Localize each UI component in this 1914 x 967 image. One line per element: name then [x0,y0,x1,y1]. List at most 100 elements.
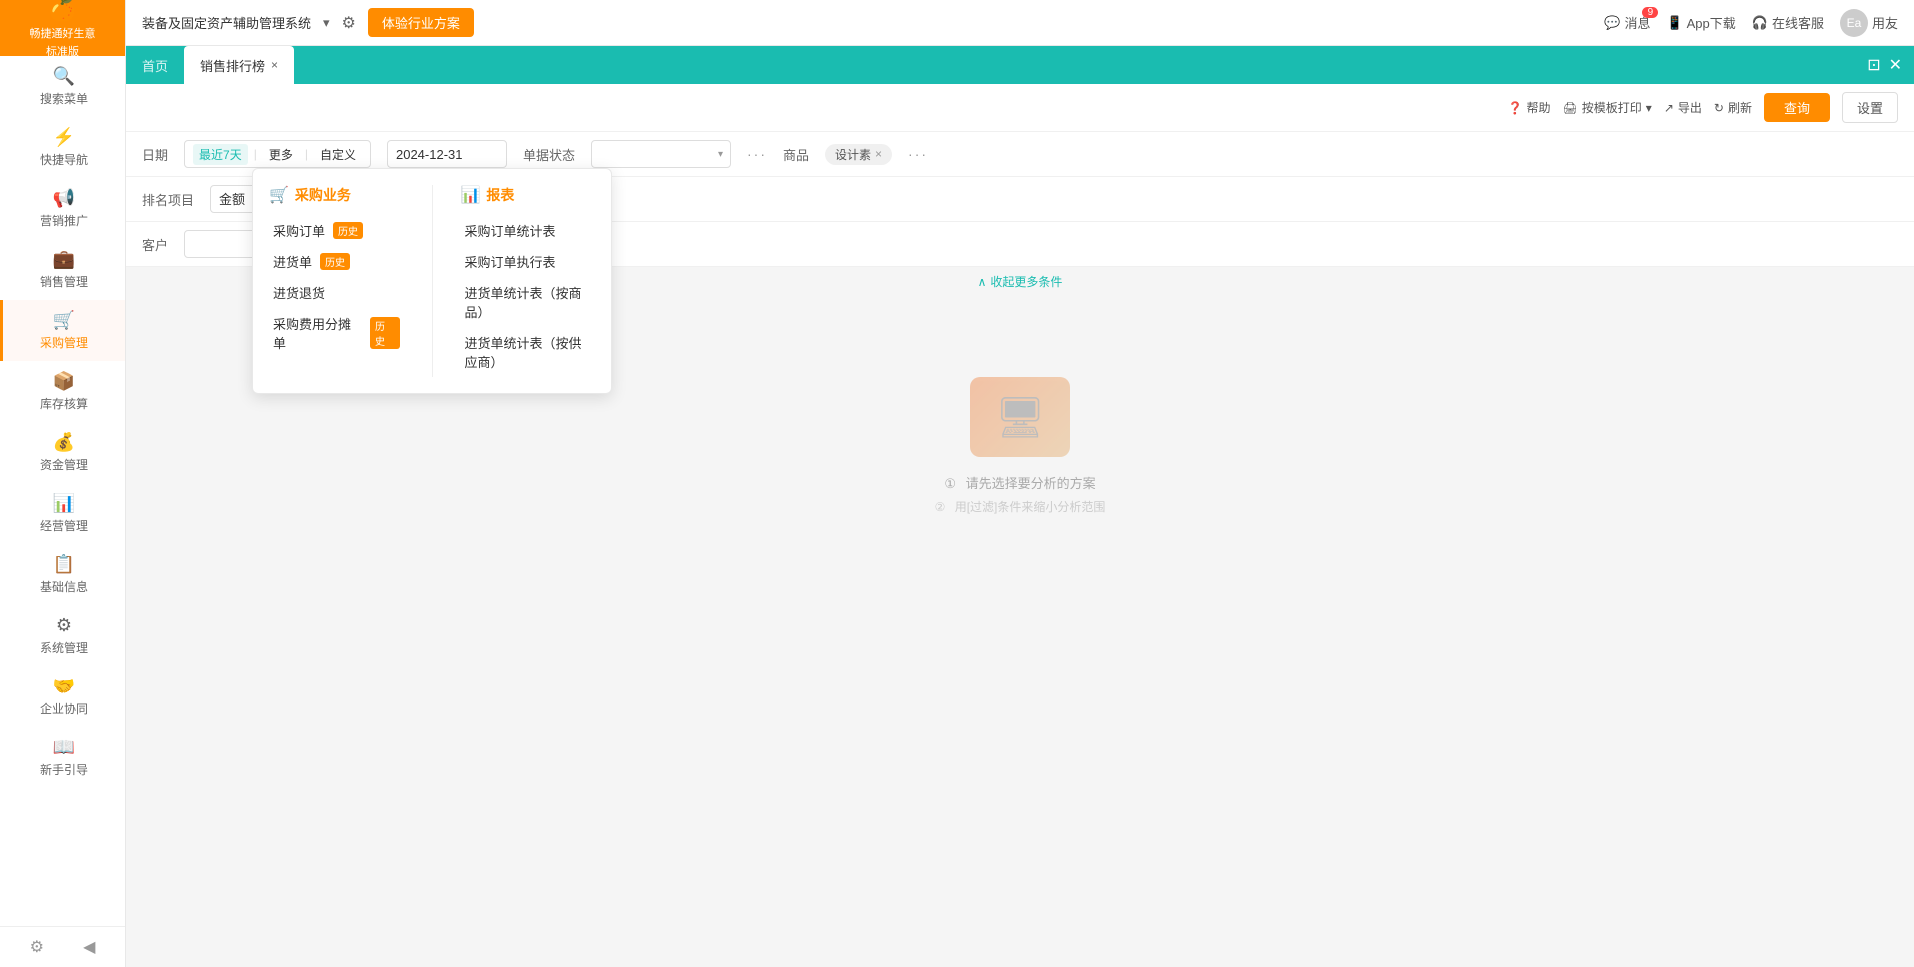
tabbar-actions: ⊡ ✕ [1867,55,1914,75]
logo-line1: 畅捷通好生意 [30,25,96,41]
user-btn[interactable]: Ea 用友 [1840,9,1898,37]
date-tab-7days[interactable]: 最近7天 [193,144,248,165]
system-dropdown-btn[interactable]: ▾ [323,15,330,31]
incoming-stats-by-supplier-item[interactable]: 进货单统计表（按供应商） [461,327,596,377]
sidebar-item-inventory[interactable]: 📦 库存核算 [0,361,125,422]
purchase-order-stats-label: 采购订单统计表 [465,221,556,240]
settings-btn[interactable]: 设置 [1842,92,1898,123]
collapse-label: 收起更多条件 [990,273,1062,290]
sidebar: 🍊 畅捷通好生意 标准版 🔍 搜索菜单 ⚡ 快捷导航 📢 营销推广 💼 销售管理… [0,0,126,967]
sidebar-label-purchase: 采购管理 [40,334,88,351]
headset-icon: 🎧 [1752,15,1768,31]
purchase-col: 🛒 采购业务 采购订单 历史 进货单 历史 进货退货 采购费用分摊单 历史 [269,185,404,377]
topbar: 装备及固定资产辅助管理系统 ▾ ⚙ 体验行业方案 💬 消息 9 📱 App下载 … [126,0,1914,46]
export-icon: ↗ [1664,101,1674,115]
online-service-label: 在线客服 [1772,13,1824,32]
empty-hint2: ② 用[过滤]条件来缩小分析范围 [935,498,1106,515]
ranking-label: 排名项目 [142,190,194,209]
system-title: 装备及固定资产辅助管理系统 [142,13,311,32]
sidebar-item-guide[interactable]: 📖 新手引导 [0,727,125,788]
sidebar-item-finance[interactable]: 💰 资金管理 [0,422,125,483]
tab-close-all-btn[interactable]: ✕ [1889,55,1902,75]
menu-divider [432,185,433,377]
topbar-gear-btn[interactable]: ⚙ [342,13,356,33]
sales-icon: 💼 [53,249,75,270]
content-toolbar: ❓ 帮助 🖨 按模板打印 ▾ ↗ 导出 ↻ 刷新 查询 设置 [126,84,1914,132]
sidebar-item-marketing[interactable]: 📢 营销推广 [0,178,125,239]
purchase-dropdown-menu: 🛒 采购业务 采购订单 历史 进货单 历史 进货退货 采购费用分摊单 历史 [252,168,612,394]
date-tab-more[interactable]: 更多 [263,144,299,165]
app-download-btn[interactable]: 📱 App下载 [1666,13,1735,32]
export-btn[interactable]: ↗ 导出 [1664,99,1702,116]
sidebar-label-sales: 销售管理 [40,273,88,290]
footer-collapse-btn[interactable]: ◀ [83,937,95,957]
sidebar-item-system[interactable]: ⚙ 系统管理 [0,605,125,666]
tabbar: 首页 销售排行榜 × ⊡ ✕ [126,46,1914,84]
tab-restore-btn[interactable]: ⊡ [1867,55,1880,75]
sidebar-label-basicinfo: 基础信息 [40,578,88,595]
purchase-order-item[interactable]: 采购订单 历史 [269,215,404,246]
sidebar-item-operations[interactable]: 📊 经营管理 [0,483,125,544]
refresh-icon: ↻ [1714,101,1724,115]
incoming-order-item[interactable]: 进货单 历史 [269,246,404,277]
tab-home[interactable]: 首页 [126,46,184,84]
message-icon: 💬 [1604,15,1620,31]
sidebar-label-operations: 经营管理 [40,517,88,534]
purchase-order-exec-item[interactable]: 采购订单执行表 [461,246,596,277]
sidebar-item-sales[interactable]: 💼 销售管理 [0,239,125,300]
help-btn[interactable]: ❓ 帮助 [1508,99,1551,116]
return-goods-label: 进货退货 [273,283,325,302]
date-end-input[interactable] [387,140,507,168]
industry-btn[interactable]: 体验行业方案 [368,8,474,37]
return-goods-item[interactable]: 进货退货 [269,277,404,308]
purchase-expense-item[interactable]: 采购费用分摊单 历史 [269,308,404,358]
sidebar-label-inventory: 库存核算 [40,395,88,412]
report-col: 📊 报表 采购订单统计表 采购订单执行表 进货单统计表（按商品） 进货单统计表（… [461,185,596,377]
message-btn[interactable]: 💬 消息 9 [1604,13,1650,32]
report-col-icon: 📊 [461,185,481,205]
sidebar-label-marketing: 营销推广 [40,212,88,229]
tab-sales-ranking[interactable]: 销售排行榜 × [184,46,294,84]
app-logo: 🍊 畅捷通好生意 标准版 [0,0,125,56]
sidebar-item-purchase[interactable]: 🛒 采购管理 [0,300,125,361]
order-status-dots[interactable]: ··· [747,146,767,162]
sidebar-item-quick-nav[interactable]: ⚡ 快捷导航 [0,117,125,178]
sidebar-item-cooperation[interactable]: 🤝 企业协同 [0,666,125,727]
user-label: 用友 [1872,13,1898,32]
footer-settings-btn[interactable]: ⚙ [30,937,44,957]
purchase-icon: 🛒 [53,310,75,331]
refresh-btn[interactable]: ↻ 刷新 [1714,99,1752,116]
order-status-select-wrapper: ▾ [591,140,731,168]
purchase-order-stats-item[interactable]: 采购订单统计表 [461,215,596,246]
print-btn[interactable]: 🖨 按模板打印 ▾ [1563,99,1652,116]
content-area: ❓ 帮助 🖨 按模板打印 ▾ ↗ 导出 ↻ 刷新 查询 设置 [126,84,1914,967]
tab-close-btn[interactable]: × [271,58,278,72]
incoming-stats-by-supplier-label: 进货单统计表（按供应商） [465,333,592,371]
purchase-order-label: 采购订单 [273,221,325,240]
online-service-btn[interactable]: 🎧 在线客服 [1752,13,1824,32]
goods-dots[interactable]: ··· [908,146,928,162]
goods-tag-remove[interactable]: × [875,147,882,161]
order-status-select[interactable] [591,140,731,168]
search-icon: 🔍 [53,66,75,87]
inventory-icon: 📦 [53,371,75,392]
sidebar-item-search[interactable]: 🔍 搜索菜单 [0,56,125,117]
goods-tag: 设计素 × [825,144,892,165]
incoming-stats-by-goods-item[interactable]: 进货单统计表（按商品） [461,277,596,327]
date-tab-custom[interactable]: 自定义 [314,144,362,165]
purchase-order-exec-label: 采购订单执行表 [465,252,556,271]
sidebar-item-basic-info[interactable]: 📋 基础信息 [0,544,125,605]
collapse-btn[interactable]: ∧ 收起更多条件 [978,273,1063,290]
sidebar-label-guide: 新手引导 [40,761,88,778]
guide-icon: 📖 [53,737,75,758]
purchase-col-icon: 🛒 [269,185,289,205]
incoming-stats-by-goods-label: 进货单统计表（按商品） [465,283,592,321]
basicinfo-icon: 📋 [53,554,75,575]
purchase-order-hist: 历史 [333,222,363,239]
date-group[interactable]: 最近7天 | 更多 | 自定义 [184,140,371,168]
finance-icon: 💰 [53,432,75,453]
print-dropdown-icon: ▾ [1646,101,1652,115]
tab-sales-ranking-label: 销售排行榜 [200,56,265,75]
collapse-icon: ∧ [978,275,987,289]
query-btn[interactable]: 查询 [1764,93,1830,122]
